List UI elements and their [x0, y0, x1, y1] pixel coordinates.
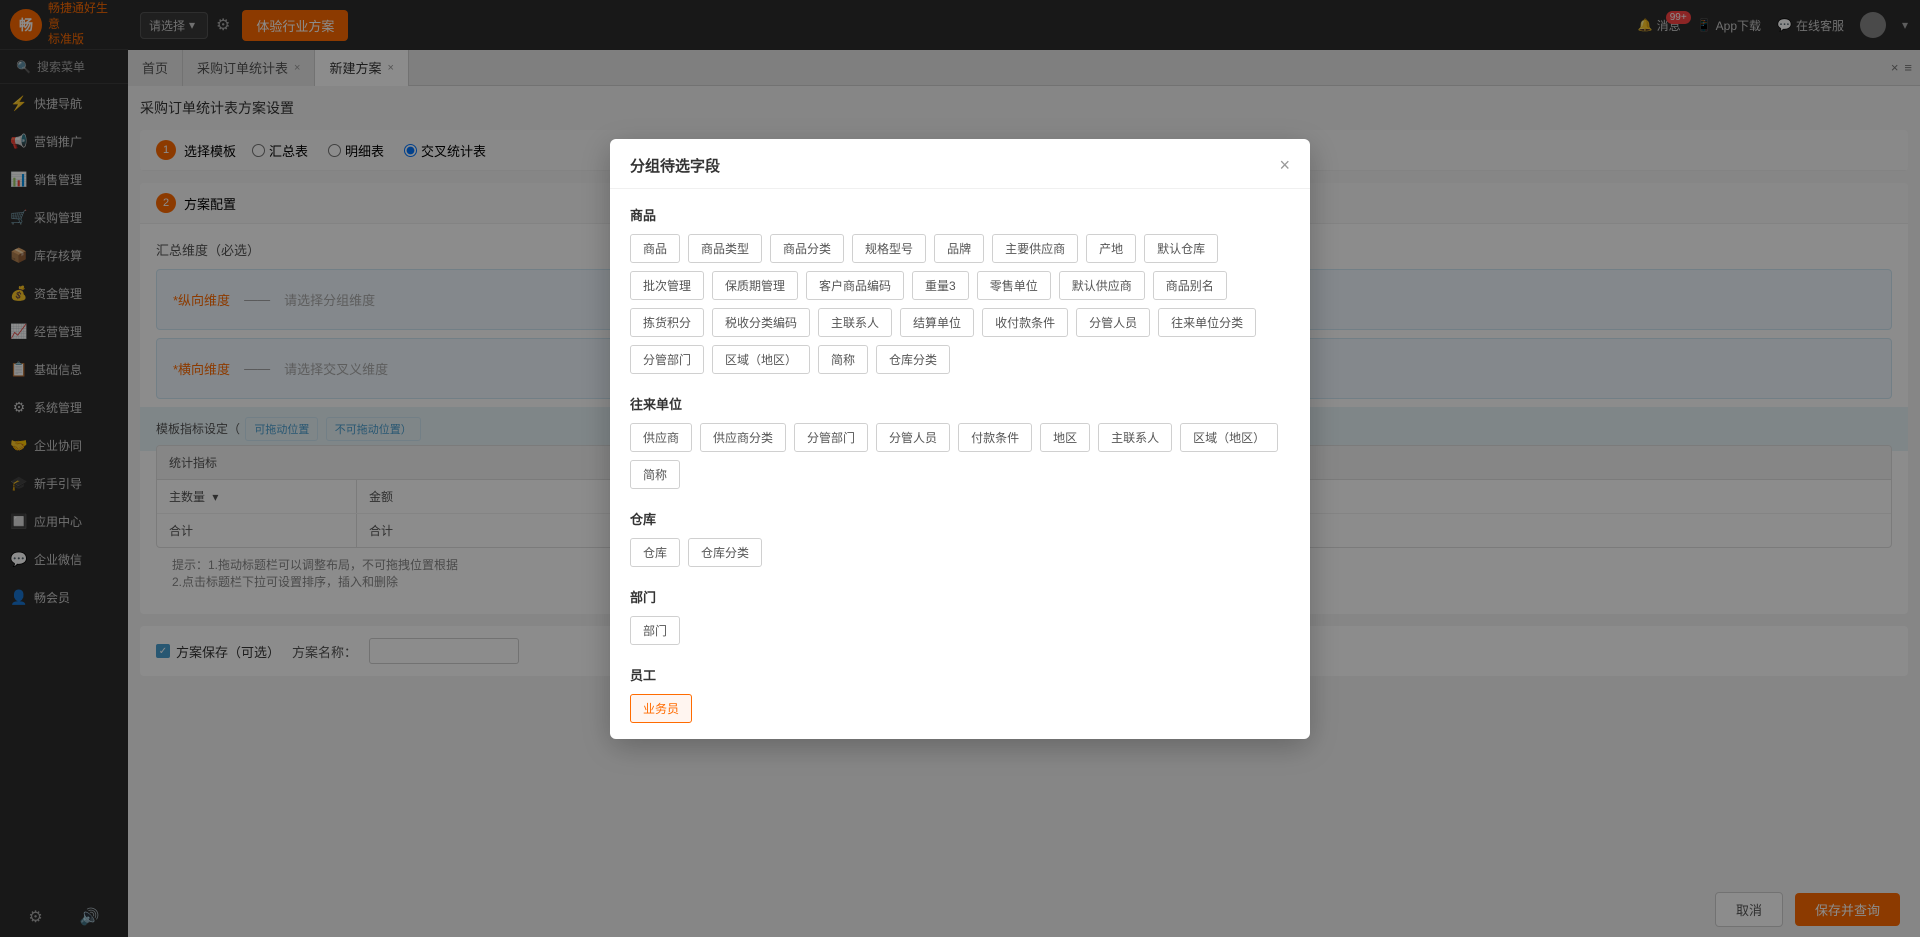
dialog-section-title-0: 商品 — [630, 205, 1290, 224]
field-tag-2-0[interactable]: 仓库 — [630, 538, 680, 567]
field-tag-0-25[interactable]: 仓库分类 — [876, 345, 950, 374]
dialog-section-title-4: 员工 — [630, 665, 1290, 684]
field-tag-0-1[interactable]: 商品类型 — [688, 234, 762, 263]
field-tag-0-9[interactable]: 保质期管理 — [712, 271, 798, 300]
field-tag-1-7[interactable]: 区域（地区） — [1180, 423, 1278, 452]
dialog-body[interactable]: 商品商品商品类型商品分类规格型号品牌主要供应商产地默认仓库批次管理保质期管理客户… — [610, 189, 1310, 739]
field-tag-1-3[interactable]: 分管人员 — [876, 423, 950, 452]
dialog-section-2: 仓库仓库仓库分类 — [630, 509, 1290, 567]
dialog-section-title-3: 部门 — [630, 587, 1290, 606]
field-grid-4: 业务员 — [630, 694, 1290, 723]
field-tag-0-19[interactable]: 收付款条件 — [982, 308, 1068, 337]
field-tag-2-1[interactable]: 仓库分类 — [688, 538, 762, 567]
field-tag-0-12[interactable]: 零售单位 — [977, 271, 1051, 300]
field-tag-0-11[interactable]: 重量3 — [912, 271, 969, 300]
dialog-section-0: 商品商品商品类型商品分类规格型号品牌主要供应商产地默认仓库批次管理保质期管理客户… — [630, 205, 1290, 374]
field-tag-4-0[interactable]: 业务员 — [630, 694, 692, 723]
dialog-section-1: 往来单位供应商供应商分类分管部门分管人员付款条件地区主联系人区域（地区） 简称 — [630, 394, 1290, 489]
field-tag-0-14[interactable]: 商品别名 — [1153, 271, 1227, 300]
field-tag-1-4[interactable]: 付款条件 — [958, 423, 1032, 452]
dialog-title: 分组待选字段 — [630, 155, 720, 176]
field-tag-0-7[interactable]: 默认仓库 — [1144, 234, 1218, 263]
field-tag-0-13[interactable]: 默认供应商 — [1059, 271, 1145, 300]
field-tag-0-4[interactable]: 品牌 — [934, 234, 984, 263]
field-tag-0-6[interactable]: 产地 — [1086, 234, 1136, 263]
field-grid-2: 仓库仓库分类 — [630, 538, 1290, 567]
dialog-close-button[interactable]: × — [1279, 156, 1290, 174]
dialog-header: 分组待选字段 × — [610, 139, 1310, 189]
field-tag-1-2[interactable]: 分管部门 — [794, 423, 868, 452]
field-tag-1-5[interactable]: 地区 — [1040, 423, 1090, 452]
field-grid-3: 部门 — [630, 616, 1290, 645]
field-tag-0-23[interactable]: 区域（地区） — [712, 345, 810, 374]
dialog-section-title-1: 往来单位 — [630, 394, 1290, 413]
field-tag-0-0[interactable]: 商品 — [630, 234, 680, 263]
field-tag-0-18[interactable]: 结算单位 — [900, 308, 974, 337]
field-tag-1-1[interactable]: 供应商分类 — [700, 423, 786, 452]
field-tag-0-16[interactable]: 税收分类编码 — [712, 308, 810, 337]
dialog-section-title-2: 仓库 — [630, 509, 1290, 528]
field-tag-0-8[interactable]: 批次管理 — [630, 271, 704, 300]
field-select-dialog: 分组待选字段 × 商品商品商品类型商品分类规格型号品牌主要供应商产地默认仓库批次… — [610, 139, 1310, 739]
field-tag-3-0[interactable]: 部门 — [630, 616, 680, 645]
field-tag-0-20[interactable]: 分管人员 — [1076, 308, 1150, 337]
field-tag-0-22[interactable]: 分管部门 — [630, 345, 704, 374]
field-tag-0-5[interactable]: 主要供应商 — [992, 234, 1078, 263]
field-tag-0-24[interactable]: 简称 — [818, 345, 868, 374]
field-tag-0-10[interactable]: 客户商品编码 — [806, 271, 904, 300]
field-tag-0-21[interactable]: 往来单位分类 — [1158, 308, 1256, 337]
dialog-section-4: 员工业务员 — [630, 665, 1290, 723]
field-tag-1-8[interactable]: 简称 — [630, 460, 680, 489]
field-tag-0-15[interactable]: 拣货积分 — [630, 308, 704, 337]
field-grid-0: 商品商品类型商品分类规格型号品牌主要供应商产地默认仓库批次管理保质期管理客户商品… — [630, 234, 1290, 374]
field-tag-1-6[interactable]: 主联系人 — [1098, 423, 1172, 452]
dialog-section-3: 部门部门 — [630, 587, 1290, 645]
field-tag-0-3[interactable]: 规格型号 — [852, 234, 926, 263]
field-tag-0-17[interactable]: 主联系人 — [818, 308, 892, 337]
field-tag-1-0[interactable]: 供应商 — [630, 423, 692, 452]
field-grid-1: 供应商供应商分类分管部门分管人员付款条件地区主联系人区域（地区） 简称 — [630, 423, 1290, 489]
field-tag-0-2[interactable]: 商品分类 — [770, 234, 844, 263]
